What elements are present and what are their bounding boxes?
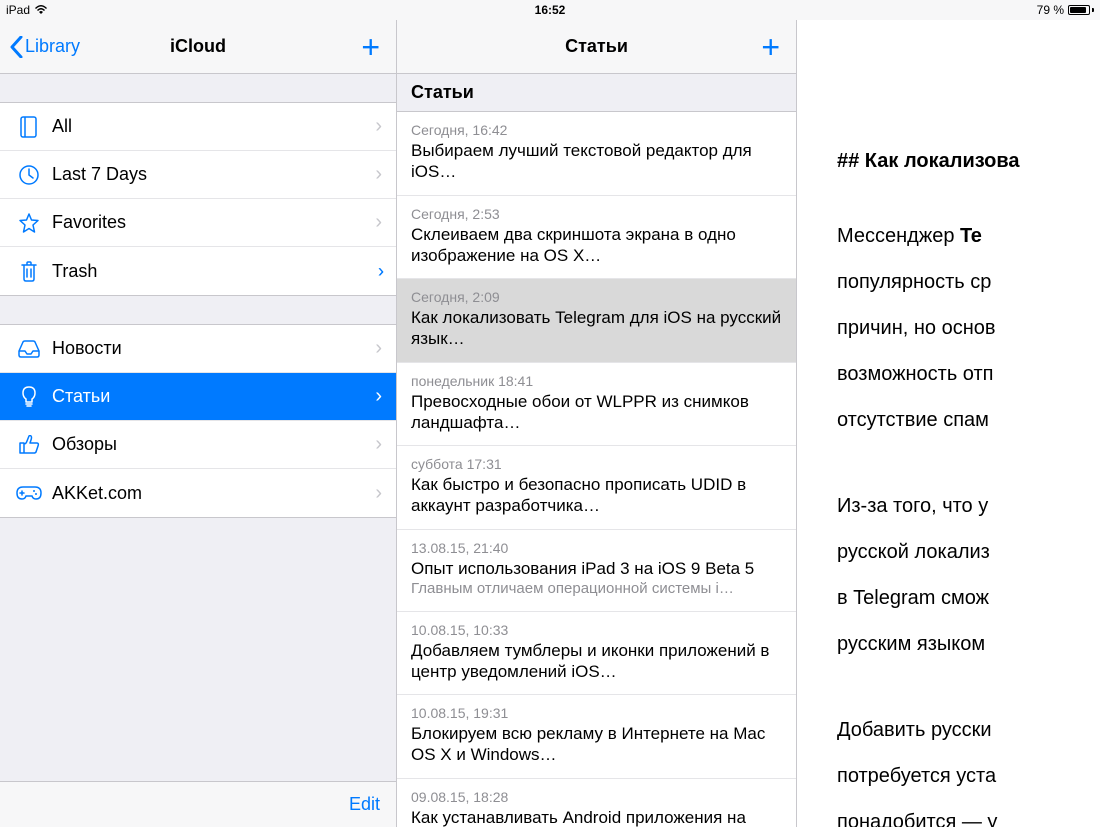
thumb-icon <box>14 435 44 455</box>
device-label: iPad <box>6 3 30 17</box>
back-button[interactable]: Library <box>10 36 80 58</box>
back-label: Library <box>25 36 80 57</box>
list-item[interactable]: 13.08.15, 21:40 Опыт использования iPad … <box>397 530 796 612</box>
sidebar-item-label: Обзоры <box>52 434 375 455</box>
item-date: Сегодня, 16:42 <box>411 122 782 138</box>
chevron-right-icon: › <box>375 163 382 186</box>
item-date: суббота 17:31 <box>411 456 782 472</box>
list-item[interactable]: 10.08.15, 19:31 Блокируем всю рекламу в … <box>397 695 796 779</box>
item-date: 10.08.15, 10:33 <box>411 622 782 638</box>
sidebar-item[interactable]: Обзоры › <box>0 421 396 469</box>
sidebar-item-label: Новости <box>52 338 375 359</box>
bulb-icon <box>14 386 44 408</box>
sidebar-item-label: Статьи <box>52 386 375 407</box>
star-icon <box>14 212 44 234</box>
item-title: Опыт использования iPad 3 на iOS 9 Beta … <box>411 558 782 579</box>
item-date: понедельник 18:41 <box>411 373 782 389</box>
sidebar-item[interactable]: Новости › <box>0 325 396 373</box>
book-icon <box>14 116 44 138</box>
sidebar-item-label: AKKet.com <box>52 483 375 504</box>
item-date: 09.08.15, 18:28 <box>411 789 782 805</box>
list-section-header: Статьи <box>397 74 796 112</box>
content-column: ## Как локализова Мессенджер Teпопулярно… <box>797 20 1100 827</box>
add-button[interactable]: + <box>355 31 386 63</box>
gamepad-icon <box>14 485 44 501</box>
battery-text: 79 % <box>1037 3 1064 17</box>
document-paragraph: Из-за того, что урусской локализв Telegr… <box>837 483 1100 667</box>
status-time: 16:52 <box>535 3 566 17</box>
chevron-left-icon <box>10 36 23 58</box>
item-title: Добавляем тумблеры и иконки приложений в… <box>411 640 782 683</box>
chevron-right-icon: › <box>375 211 382 234</box>
item-date: Сегодня, 2:09 <box>411 289 782 305</box>
sidebar-item-label: Last 7 Days <box>52 164 375 185</box>
chevron-right-icon: › <box>375 115 382 138</box>
sidebar-item[interactable]: Статьи › <box>0 373 396 421</box>
list-column: Статьи + Статьи Сегодня, 16:42 Выбираем … <box>397 20 797 827</box>
chevron-right-icon: › <box>375 337 382 360</box>
document-paragraph: Добавить русскипотребуется устапонадобит… <box>837 707 1100 827</box>
chevron-right-icon: › <box>375 482 382 505</box>
battery-icon <box>1068 5 1094 15</box>
list-navbar: Статьи + <box>397 20 796 74</box>
wifi-icon <box>34 5 48 15</box>
item-date: Сегодня, 2:53 <box>411 206 782 222</box>
sidebar-toolbar: Edit <box>0 781 396 827</box>
item-title: Выбираем лучший текстовой редактор для i… <box>411 140 782 183</box>
chevron-right-icon: › <box>375 433 382 456</box>
status-bar: iPad 16:52 79 % <box>0 0 1100 20</box>
sidebar-item[interactable]: Favorites › <box>0 199 396 247</box>
sidebar-navbar: Library iCloud + <box>0 20 396 74</box>
item-title: Блокируем всю рекламу в Интернете на Mac… <box>411 723 782 766</box>
list-item[interactable]: Сегодня, 2:09 Как локализовать Telegram … <box>397 279 796 363</box>
list-item[interactable]: Сегодня, 16:42 Выбираем лучший текстовой… <box>397 112 796 196</box>
expand-icon: ›› <box>378 261 382 282</box>
sidebar-title: iCloud <box>170 36 226 57</box>
sidebar-item[interactable]: All › <box>0 103 396 151</box>
list-item[interactable]: 10.08.15, 10:33 Добавляем тумблеры и ико… <box>397 612 796 696</box>
item-title: Как быстро и безопасно прописать UDID в … <box>411 474 782 517</box>
sidebar-column: Library iCloud + All › Last 7 Days › Fav… <box>0 20 397 827</box>
chevron-right-icon: › <box>375 385 382 408</box>
item-title: Как устанавливать Android приложения на … <box>411 807 782 827</box>
document-paragraph: Мессенджер Teпопулярность српричин, но о… <box>837 213 1100 443</box>
list-item[interactable]: суббота 17:31 Как быстро и безопасно про… <box>397 446 796 530</box>
item-title: Как локализовать Telegram для iOS на рус… <box>411 307 782 350</box>
list-title: Статьи <box>565 36 628 57</box>
item-date: 13.08.15, 21:40 <box>411 540 782 556</box>
clock-icon <box>14 164 44 186</box>
item-subtitle: Главным отличаем операционной системы i… <box>411 580 782 599</box>
sidebar-item[interactable]: Last 7 Days › <box>0 151 396 199</box>
sidebar-item-label: Trash <box>52 261 378 282</box>
list-item[interactable]: 09.08.15, 18:28 Как устанавливать Androi… <box>397 779 796 827</box>
inbox-icon <box>14 339 44 359</box>
document-heading: ## Как локализова <box>837 150 1100 173</box>
trash-icon <box>14 260 44 282</box>
sidebar-item-label: Favorites <box>52 212 375 233</box>
sidebar-item[interactable]: Trash ›› <box>0 247 396 295</box>
list-item[interactable]: понедельник 18:41 Превосходные обои от W… <box>397 363 796 447</box>
add-note-button[interactable]: + <box>755 31 786 63</box>
sidebar-item-label: All <box>52 116 375 137</box>
item-title: Склеиваем два скриншота экрана в одно из… <box>411 224 782 267</box>
sidebar-item[interactable]: AKKet.com › <box>0 469 396 517</box>
edit-button[interactable]: Edit <box>349 794 380 815</box>
item-title: Превосходные обои от WLPPR из снимков ла… <box>411 391 782 434</box>
list-item[interactable]: Сегодня, 2:53 Склеиваем два скриншота эк… <box>397 196 796 280</box>
item-date: 10.08.15, 19:31 <box>411 705 782 721</box>
